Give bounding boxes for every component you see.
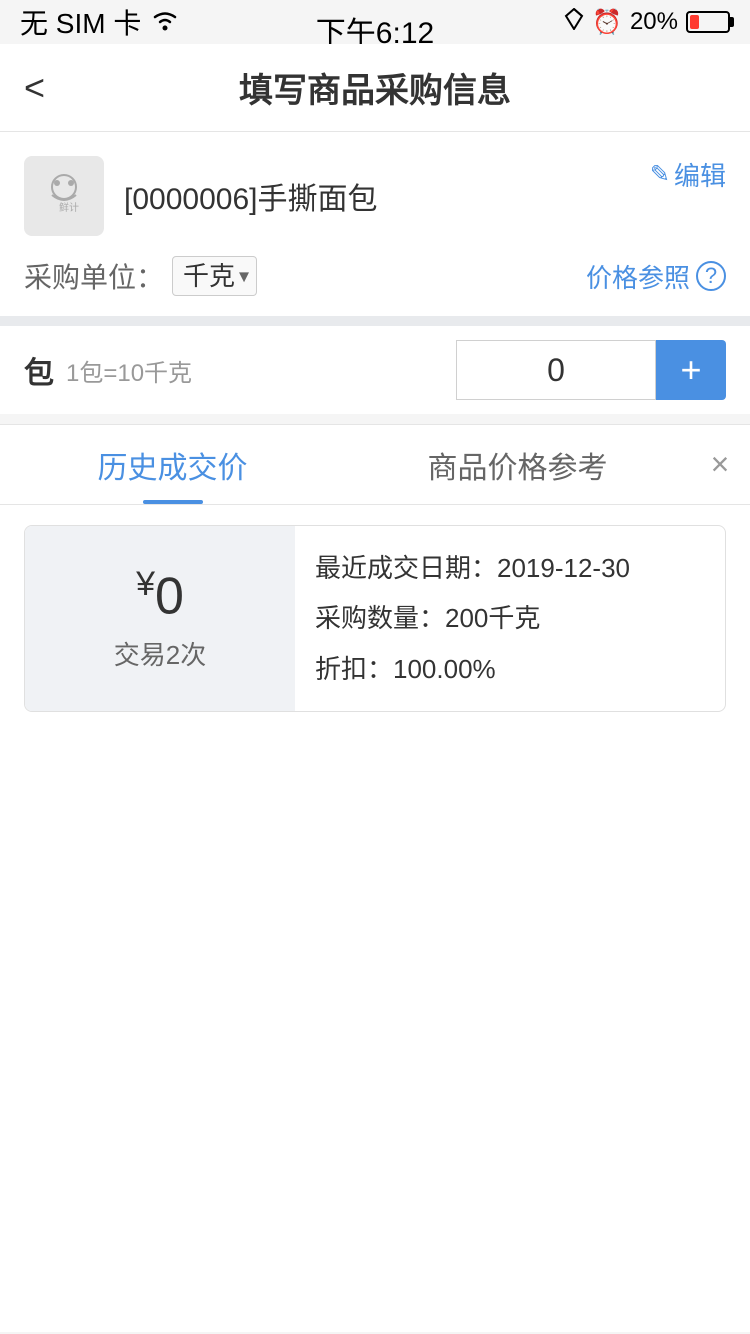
price-reference-button[interactable]: 价格参照 ? [586,258,726,295]
history-card: ¥0 交易2次 最近成交日期：2019-12-30 采购数量：200千克 折扣：… [24,525,726,712]
tab-bar: 历史成交价 商品价格参考 × [0,425,750,505]
svg-text:鲜计: 鲜计 [59,201,79,214]
product-name: [0000006]手撕面包 [124,174,377,218]
status-bar: 无 SIM 卡 下午6:12 ⏰ 20% [0,0,750,44]
edit-icon: ✎ [650,160,670,189]
quantity-controls: 0 + [456,340,726,400]
battery-percent: 20% [630,8,678,36]
recent-date-row: 最近成交日期：2019-12-30 [315,550,705,586]
price-value: 0 [155,568,184,626]
bottom-area [0,732,750,1332]
trade-count: 交易2次 [114,635,206,672]
unit-label: 采购单位： 千克 [24,256,257,296]
unit-label-text: 采购单位： [24,256,164,296]
card-price-section: ¥0 交易2次 [25,526,295,711]
product-left: 鲜计 [0000006]手撕面包 [24,156,377,236]
tab-history-price[interactable]: 历史成交价 [0,425,345,504]
product-section: 鲜计 [0000006]手撕面包 ✎ 编辑 采购单位： 千克 价格参照 ? [0,132,750,316]
quantity-unit-icon: 包 [24,348,54,392]
unit-select[interactable]: 千克 [172,256,257,296]
tab-close-button[interactable]: × [690,446,750,483]
unit-select-wrapper[interactable]: 千克 [172,256,257,296]
card-price-display: ¥0 [136,565,184,626]
recent-date-label: 最近成交日期： [315,553,497,583]
discount-value: 100.00% [393,654,496,684]
help-icon: ? [696,261,726,291]
card-details-section: 最近成交日期：2019-12-30 采购数量：200千克 折扣：100.00% [295,526,725,711]
purchase-qty-row: 采购数量：200千克 [315,600,705,636]
status-right: ⏰ 20% [564,8,730,37]
currency-symbol: ¥ [136,565,155,603]
page-title: 填写商品采购信息 [239,63,511,112]
quantity-input[interactable]: 0 [456,340,656,400]
discount-label: 折扣： [315,654,393,684]
product-header: 鲜计 [0000006]手撕面包 ✎ 编辑 [24,156,726,236]
battery-icon [686,8,730,36]
back-button[interactable]: < [24,67,45,109]
history-content: ¥0 交易2次 最近成交日期：2019-12-30 采购数量：200千克 折扣：… [0,505,750,732]
alarm-icon: ⏰ [592,8,622,37]
status-left: 无 SIM 卡 [20,2,179,42]
section-divider [0,316,750,326]
tab-product-price-ref[interactable]: 商品价格参考 [345,425,690,504]
nav-bar: < 填写商品采购信息 [0,44,750,132]
recent-date-value: 2019-12-30 [497,553,630,583]
product-thumbnail: 鲜计 [24,156,104,236]
wifi-icon [151,6,179,38]
purchase-qty-label: 采购数量： [315,603,445,633]
quantity-conversion-info: 1包=10千克 [66,353,192,388]
location-icon [564,8,584,37]
purchase-qty-value: 200千克 [445,603,540,633]
tab-section: 历史成交价 商品价格参考 × ¥0 交易2次 最近成交日期：2019-12-30… [0,424,750,732]
quantity-plus-button[interactable]: + [656,340,726,400]
quantity-section: 包 1包=10千克 0 + [0,326,750,414]
carrier-text: 无 SIM 卡 [20,2,141,42]
quantity-left: 包 1包=10千克 [24,348,192,392]
edit-button[interactable]: ✎ 编辑 [650,156,726,193]
price-ref-label: 价格参照 [586,258,690,295]
product-icon: 鲜计 [39,167,89,226]
product-footer: 采购单位： 千克 价格参照 ? [24,256,726,296]
discount-row: 折扣：100.00% [315,651,705,687]
edit-label: 编辑 [674,156,726,193]
